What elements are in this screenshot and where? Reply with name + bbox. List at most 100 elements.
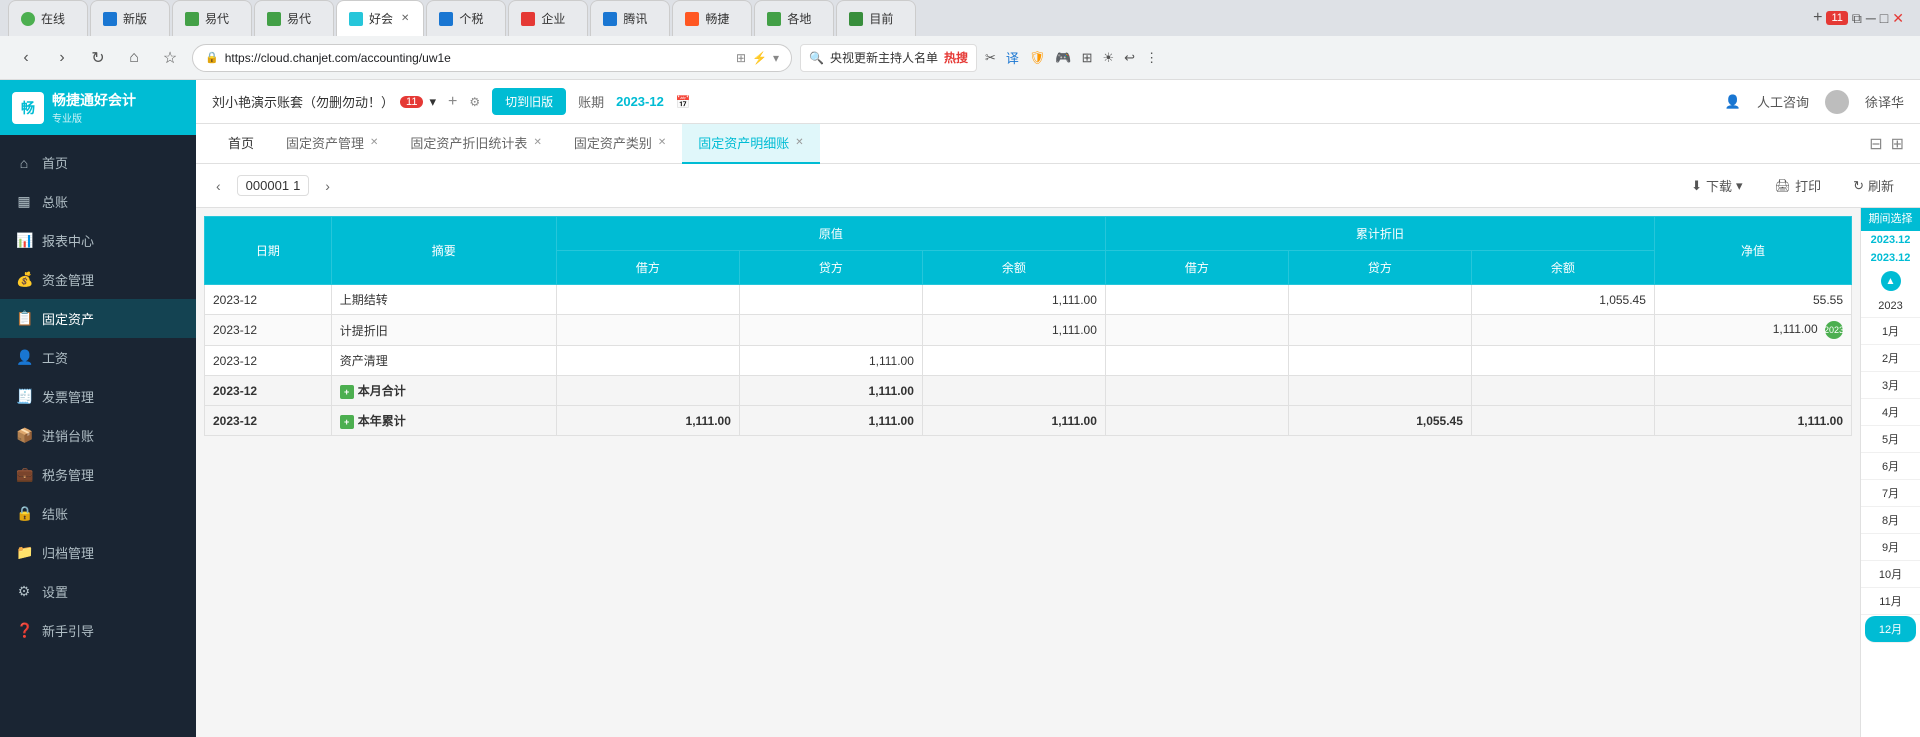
period-month-3[interactable]: 3月 [1861,372,1920,399]
page-tab-fixed-cat[interactable]: 固定资产类别 ✕ [558,124,682,164]
reports-icon: 📊 [16,232,32,249]
home-nav-btn[interactable]: ⌂ [120,44,148,72]
sidebar-item-close-period[interactable]: 🔒 结账 [0,494,196,533]
sidebar-item-funds[interactable]: 💰 资金管理 [0,260,196,299]
header-right: 👤 人工咨询 徐译华 [1725,90,1904,114]
period-month-8[interactable]: 8月 [1861,507,1920,534]
refresh-icon: ↻ [1853,178,1864,194]
reload-btn[interactable]: ↻ [84,44,112,72]
sidebar-item-ledger[interactable]: ▦ 总账 [0,182,196,221]
grid-btn[interactable]: ⊞ [1082,50,1093,66]
cell-depr-credit-1 [1288,285,1471,315]
close-browser-btn[interactable]: ✕ [1892,10,1904,27]
browser-tab-muqian[interactable]: 目前 [836,0,916,36]
print-btn[interactable]: 🖨 打印 [1765,172,1832,199]
restore-btn[interactable]: ⧉ [1852,10,1862,27]
sidebar-item-settings[interactable]: ⚙ 设置 [0,572,196,611]
company-selector[interactable]: 刘小艳演示账套（勿删勿动！） 11 ▾ [212,92,436,111]
ledger-icon: ▦ [16,193,32,210]
tab-label-new: 新版 [123,10,147,27]
browser-tab-qiye[interactable]: 企业 [508,0,588,36]
browser-tab-changjie[interactable]: 畅捷 [672,0,752,36]
forward-btn[interactable]: › [48,44,76,72]
sidebar-item-guide[interactable]: ❓ 新手引导 [0,611,196,650]
search-bar[interactable]: 🔍 央视更新主持人名单 热搜 [800,44,977,72]
period-month-9[interactable]: 9月 [1861,534,1920,561]
period-month-7[interactable]: 7月 [1861,480,1920,507]
tab-favicon-muqian [849,12,863,26]
sidebar-label-invoice: 发票管理 [42,387,94,406]
browser-tab-gedi[interactable]: 各地 [754,0,834,36]
browser-tab-geshui[interactable]: 个税 [426,0,506,36]
tab-favicon-gedi [767,12,781,26]
browser-tab-yidai1[interactable]: 易代 [172,0,252,36]
tab-count-badge: 11 [1826,11,1847,25]
page-tab-fixed-depr-close[interactable]: ✕ [533,137,541,148]
sidebar-item-fixed-assets[interactable]: 📋 固定资产 [0,299,196,338]
next-account-btn[interactable]: › [321,176,334,196]
sidebar-item-payroll[interactable]: 👤 工资 [0,338,196,377]
sidebar-item-invoice[interactable]: 🧾 发票管理 [0,377,196,416]
browser-tab-yidai2[interactable]: 易代 [254,0,334,36]
period-month-4[interactable]: 4月 [1861,399,1920,426]
tab-minimize-icon[interactable]: ⊟ [1869,134,1882,154]
settings-small-btn[interactable]: ⚙ [469,95,480,109]
browser-tab-tengxun[interactable]: 腾讯 [590,0,670,36]
page-tab-fixed-cat-close[interactable]: ✕ [658,137,666,148]
sidebar-item-archive[interactable]: 📁 归档管理 [0,533,196,572]
page-tab-fixed-detail[interactable]: 固定资产明细账 ✕ [682,124,819,164]
cell-net-value-3 [1654,346,1851,376]
tab-close-haohui[interactable]: ✕ [399,11,411,26]
add-company-btn[interactable]: + [448,93,457,111]
scissors-icon[interactable]: ✂ [985,50,996,66]
back-btn[interactable]: ‹ [12,44,40,72]
period-month-1[interactable]: 1月 [1861,318,1920,345]
ssl-lock-icon: 🔒 [205,51,219,64]
page-tab-fixed-depr[interactable]: 固定资产折旧统计表 ✕ [394,124,557,164]
theme-btn[interactable]: ☀ [1103,50,1115,66]
period-year-2023[interactable]: 2023 [1861,295,1920,318]
page-tab-fixed-detail-close[interactable]: ✕ [795,137,803,148]
cell-depr-balance-1: 1,055.45 [1471,285,1654,315]
th-depr-credit: 贷方 [1288,251,1471,285]
page-tab-fixed-mgmt[interactable]: 固定资产管理 ✕ [270,124,394,164]
download-btn[interactable]: ⬇ 下载 ▾ [1681,172,1752,199]
period-month-2[interactable]: 2月 [1861,345,1920,372]
app-container: 畅 畅捷通好会计 专业版 ⌂ 首页 ▦ 总账 📊 报表中心 💰 资金管理 [0,80,1920,737]
period-month-5[interactable]: 5月 [1861,426,1920,453]
calendar-icon[interactable]: 📅 [676,95,691,109]
tab-expand-icon[interactable]: ⊞ [1891,134,1904,154]
switch-version-btn[interactable]: 切到旧版 [492,88,566,115]
bookmark-btn[interactable]: ☆ [156,44,184,72]
address-bar[interactable]: 🔒 https://cloud.chanjet.com/accounting/u… [192,44,792,72]
page-tab-fixed-mgmt-close[interactable]: ✕ [370,137,378,148]
new-tab-btn[interactable]: + [1813,9,1822,27]
scroll-up-btn[interactable]: ▲ [1881,271,1901,291]
sidebar-item-tax[interactable]: 💼 税务管理 [0,455,196,494]
cell-orig-balance-3 [922,346,1105,376]
browser-tab-haohui[interactable]: 好会 ✕ [336,0,424,36]
tab-bar-actions: + 11 ⧉ ─ □ ✕ [1805,0,1912,36]
sidebar-item-reports[interactable]: 📊 报表中心 [0,221,196,260]
undo-btn[interactable]: ↩ [1124,50,1135,66]
sidebar-item-stock[interactable]: 📦 进销台账 [0,416,196,455]
prev-account-btn[interactable]: ‹ [212,176,225,196]
game-btn[interactable]: 🎮 [1055,50,1071,66]
menu-btn[interactable]: ⋮ [1145,50,1158,66]
shield-btn[interactable]: 🛡 [1029,50,1046,66]
sidebar-item-home[interactable]: ⌂ 首页 [0,143,196,182]
user-service-text[interactable]: 人工咨询 [1757,92,1809,111]
address-dropdown-icon[interactable]: ▾ [773,51,779,65]
refresh-btn[interactable]: ↻ 刷新 [1843,172,1904,199]
period-month-11[interactable]: 11月 [1861,588,1920,615]
browser-tab-online[interactable]: 在线 [8,0,88,36]
maximize-btn[interactable]: □ [1880,10,1888,26]
period-month-10[interactable]: 10月 [1861,561,1920,588]
period-month-6[interactable]: 6月 [1861,453,1920,480]
settings-icon: ⚙ [16,583,32,600]
minimize-btn[interactable]: ─ [1866,10,1876,26]
translate-btn[interactable]: 译 [1006,48,1019,67]
browser-tab-new[interactable]: 新版 [90,0,170,36]
page-tab-home[interactable]: 首页 [212,124,270,164]
period-month-12[interactable]: 12月 [1865,616,1916,643]
